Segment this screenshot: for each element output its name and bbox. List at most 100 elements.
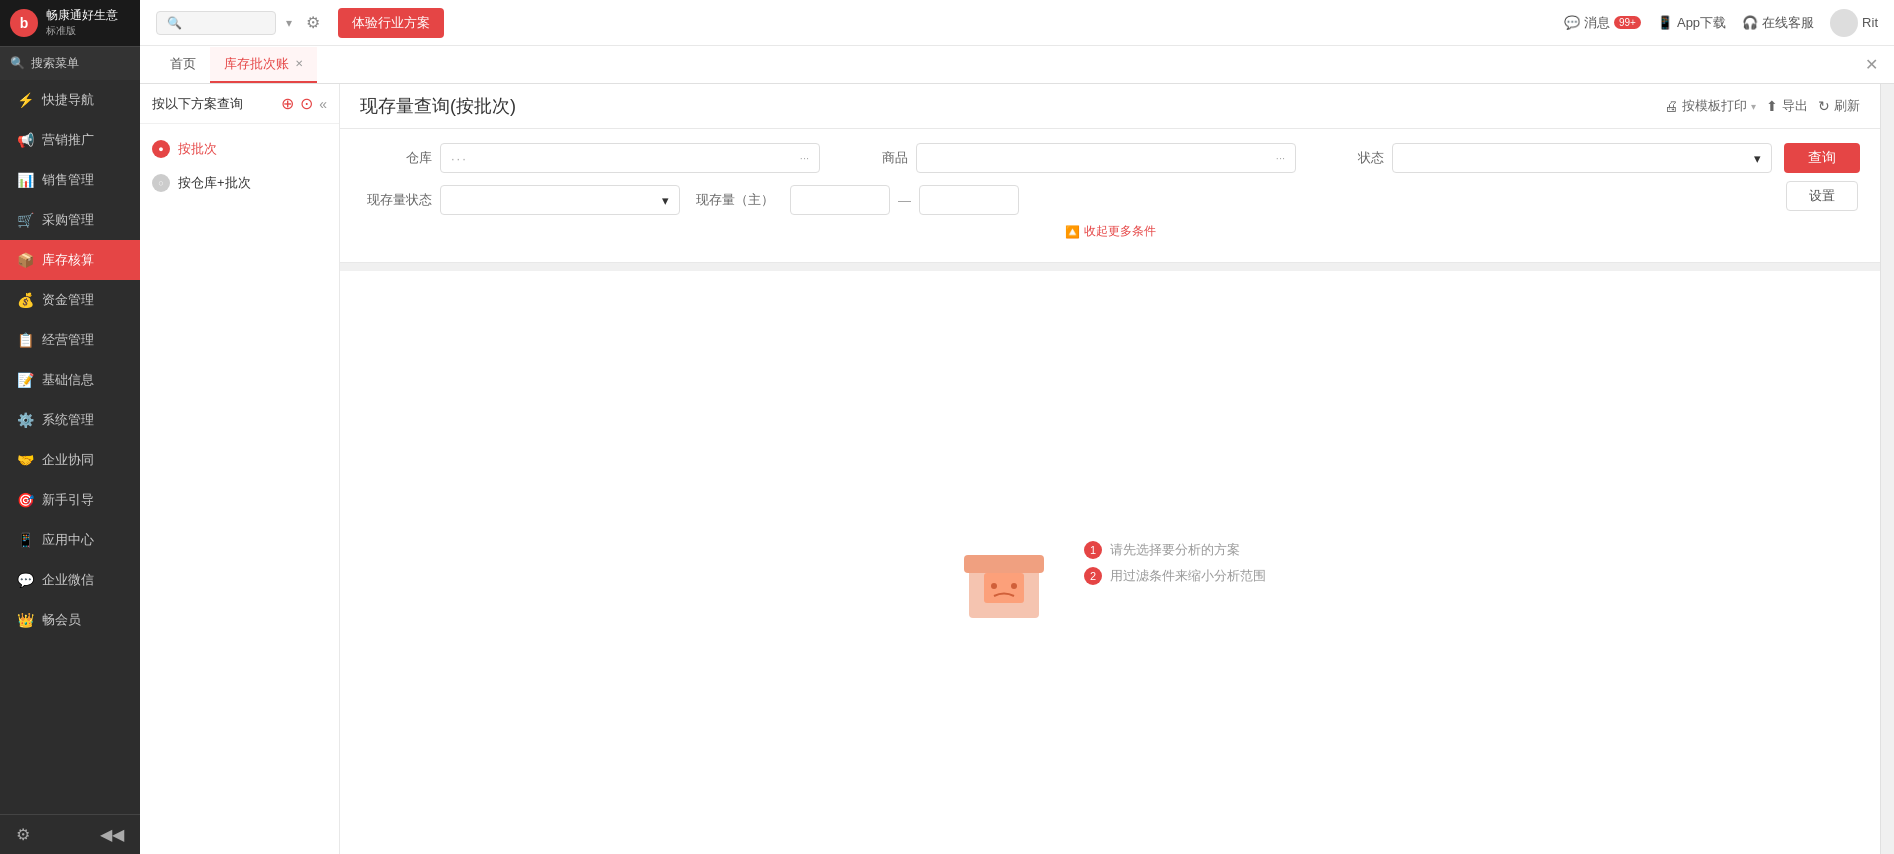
svg-point-4: [1011, 583, 1017, 589]
sidebar-item-purchase[interactable]: 🛒 采购管理: [0, 200, 140, 240]
filter-inventory-status: 现存量状态 ▾: [360, 185, 680, 215]
sidebar-item-newbie[interactable]: 🎯 新手引导: [0, 480, 140, 520]
svg-point-3: [991, 583, 997, 589]
collapse-more-btn[interactable]: 🔼 收起更多条件: [360, 215, 1860, 248]
avatar: [1830, 9, 1858, 37]
sidebar-item-wechat[interactable]: 💬 企业微信: [0, 560, 140, 600]
sidebar-item-finance[interactable]: 💰 资金管理: [0, 280, 140, 320]
left-panel: 按以下方案查询 ⊕ ⊙ « ● 按批次 ○ 按仓库+批次: [140, 84, 340, 854]
left-panel-title: 按以下方案查询: [152, 95, 243, 113]
query-button[interactable]: 查询: [1784, 143, 1860, 173]
right-scrollbar[interactable]: [1880, 84, 1894, 854]
topbar-search-box[interactable]: 🔍: [156, 11, 276, 35]
newbie-icon: 🎯: [16, 491, 34, 509]
sidebar-footer: ⚙ ◀◀: [0, 814, 140, 854]
user-name: Rit: [1862, 15, 1878, 30]
user-profile-btn[interactable]: Rit: [1830, 9, 1878, 37]
search-label: 搜索菜单: [31, 55, 79, 72]
qty-from-input[interactable]: [790, 185, 890, 215]
panel-close-button[interactable]: ✕: [1865, 55, 1878, 74]
topbar-settings-icon[interactable]: ⚙: [306, 13, 320, 32]
sidebar-item-label: 基础信息: [42, 371, 94, 389]
tab-close-icon[interactable]: ✕: [295, 58, 303, 69]
sidebar-item-basic-info[interactable]: 📝 基础信息: [0, 360, 140, 400]
online-support-btn[interactable]: 🎧 在线客服: [1742, 14, 1814, 32]
empty-hint-1: 1 请先选择要分析的方案: [1084, 541, 1266, 559]
collapse-sidebar-icon[interactable]: ◀◀: [100, 825, 124, 844]
left-panel-actions: ⊕ ⊙ «: [281, 94, 327, 113]
sidebar-item-label: 销售管理: [42, 171, 94, 189]
messages-btn[interactable]: 💬 消息 99+: [1564, 14, 1641, 32]
sidebar-item-operations[interactable]: 📋 经营管理: [0, 320, 140, 360]
warehouse-input[interactable]: ··· ···: [440, 143, 820, 173]
quick-nav-icon: ⚡: [16, 91, 34, 109]
filter-row-1: 仓库 ··· ··· 商品 ·: [360, 143, 1772, 173]
scheme-item-by-batch[interactable]: ● 按批次: [140, 132, 339, 166]
sidebar-item-system[interactable]: ⚙️ 系统管理: [0, 400, 140, 440]
messages-label: 消息: [1584, 14, 1610, 32]
inventory-status-input[interactable]: ▾: [440, 185, 680, 215]
experience-btn[interactable]: 体验行业方案: [338, 8, 444, 38]
collapse-panel-icon[interactable]: «: [319, 96, 327, 112]
export-btn[interactable]: ⬆ 导出: [1766, 97, 1808, 115]
tab-inventory[interactable]: 库存批次账 ✕: [210, 47, 317, 83]
inventory-status-label: 现存量状态: [360, 191, 440, 209]
qty-to-input[interactable]: [919, 185, 1019, 215]
app-subtitle: 标准版: [46, 24, 118, 38]
page-title: 现存量查询(按批次): [360, 94, 516, 118]
app-info: 畅康通好生意 标准版: [46, 8, 118, 38]
tab-home[interactable]: 首页: [156, 47, 210, 83]
product-input[interactable]: ···: [916, 143, 1296, 173]
collapse-label: 收起更多条件: [1084, 223, 1156, 240]
empty-svg: [954, 513, 1054, 623]
hint2-text: 用过滤条件来缩小分析范围: [1110, 567, 1266, 585]
tabs-bar: 首页 库存批次账 ✕ ✕: [140, 46, 1894, 84]
finance-icon: 💰: [16, 291, 34, 309]
hint1-text: 请先选择要分析的方案: [1110, 541, 1240, 559]
purchase-icon: 🛒: [16, 211, 34, 229]
sidebar-item-label: 企业协同: [42, 451, 94, 469]
app-download-btn[interactable]: 📱 App下载: [1657, 14, 1726, 32]
basic-info-icon: 📝: [16, 371, 34, 389]
page-header: 现存量查询(按批次) 🖨 按模板打印 ▾ ⬆ 导出 ↻ 刷新: [340, 84, 1880, 129]
sidebar-item-member[interactable]: 👑 畅会员: [0, 600, 140, 640]
sidebar-item-marketing[interactable]: 📢 营销推广: [0, 120, 140, 160]
enterprise-icon: 🤝: [16, 451, 34, 469]
filter-warehouse: 仓库 ··· ···: [360, 143, 820, 173]
filter-row-2: 现存量状态 ▾ 现存量（主） —: [360, 185, 1772, 215]
status-input[interactable]: ▾: [1392, 143, 1772, 173]
tab-inventory-label: 库存批次账: [224, 55, 289, 73]
sidebar-item-label: 新手引导: [42, 491, 94, 509]
svg-rect-2: [984, 573, 1024, 603]
sidebar-item-quick-nav[interactable]: ⚡ 快捷导航: [0, 80, 140, 120]
main-area: 🔍 ▾ ⚙ 体验行业方案 💬 消息 99+ 📱 App下载 🎧 在线客服 Rit: [140, 0, 1894, 854]
operations-icon: 📋: [16, 331, 34, 349]
sidebar-item-sales[interactable]: 📊 销售管理: [0, 160, 140, 200]
sidebar-item-label: 经营管理: [42, 331, 94, 349]
sidebar-nav: ⚡ 快捷导航 📢 营销推广 📊 销售管理 🛒 采购管理 📦 库存核算 💰 资金管…: [0, 80, 140, 814]
collapse-icon: 🔼: [1065, 225, 1080, 239]
refresh-btn[interactable]: ↻ 刷新: [1818, 97, 1860, 115]
sidebar-item-label: 应用中心: [42, 531, 94, 549]
add-scheme-icon[interactable]: ⊕: [281, 94, 294, 113]
settings-footer-icon[interactable]: ⚙: [16, 825, 30, 844]
scheme-item-by-warehouse-batch[interactable]: ○ 按仓库+批次: [140, 166, 339, 200]
print-btn[interactable]: 🖨 按模板打印 ▾: [1664, 97, 1756, 115]
message-icon: 💬: [1564, 15, 1580, 30]
sidebar-item-label: 企业微信: [42, 571, 94, 589]
sidebar-item-inventory[interactable]: 📦 库存核算: [0, 240, 140, 280]
settings-button[interactable]: 设置: [1786, 181, 1858, 211]
inactive-scheme-icon: ○: [152, 174, 170, 192]
sidebar-search[interactable]: 🔍 搜索菜单: [0, 47, 140, 80]
sidebar-item-app-center[interactable]: 📱 应用中心: [0, 520, 140, 560]
member-icon: 👑: [16, 611, 34, 629]
svg-rect-1: [964, 555, 1044, 573]
sidebar-item-enterprise[interactable]: 🤝 企业协同: [0, 440, 140, 480]
left-panel-list: ● 按批次 ○ 按仓库+批次: [140, 124, 339, 208]
print-dropdown-icon[interactable]: ▾: [1751, 101, 1756, 112]
scheme-settings-icon[interactable]: ⊙: [300, 94, 313, 113]
topbar-dropdown-arrow[interactable]: ▾: [286, 16, 292, 30]
system-icon: ⚙️: [16, 411, 34, 429]
empty-illustration: [954, 513, 1054, 613]
app-title: 畅康通好生意: [46, 8, 118, 24]
